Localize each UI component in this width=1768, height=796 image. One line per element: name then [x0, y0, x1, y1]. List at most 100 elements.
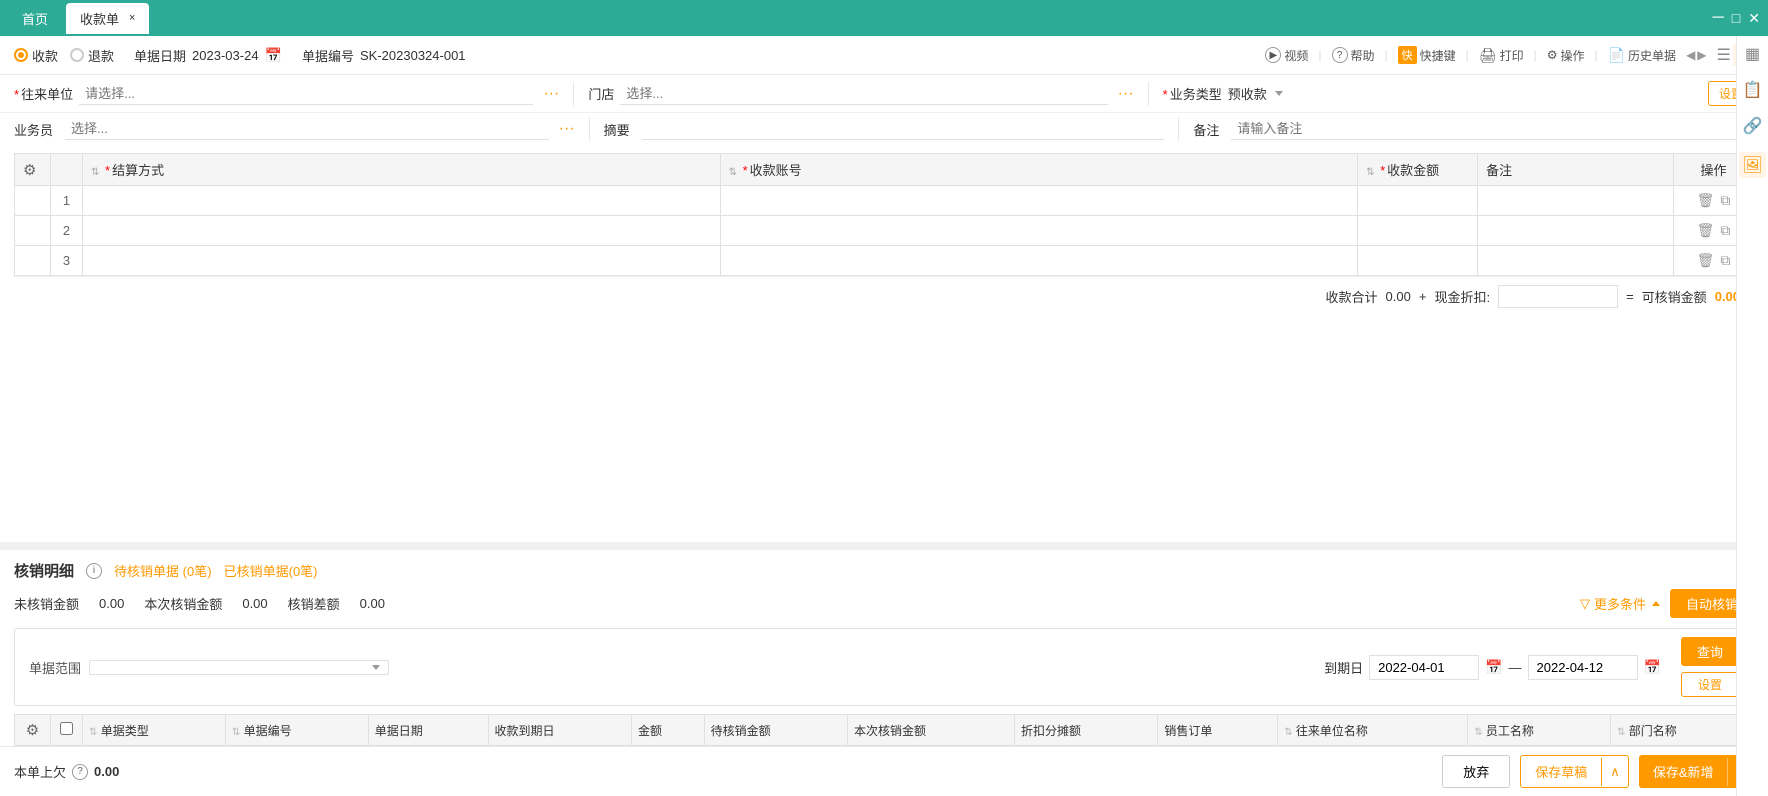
- calendar-icon[interactable]: 📅: [265, 47, 282, 64]
- tab-home[interactable]: 首页: [8, 3, 62, 34]
- td-amount-1[interactable]: [1358, 186, 1478, 216]
- counterpart-input[interactable]: [79, 83, 533, 105]
- done-tab[interactable]: 已核销单据(0笔): [224, 561, 318, 581]
- td-gear2: [15, 216, 51, 246]
- radio-refund-label: 退款: [88, 46, 114, 65]
- td-account-1[interactable]: [720, 186, 1358, 216]
- counterpart-dots[interactable]: ···: [543, 85, 559, 103]
- radio-refund[interactable]: 退款: [70, 46, 114, 65]
- save-draft-arrow[interactable]: ∧: [1601, 758, 1628, 786]
- shortcut-icon: 快: [1398, 46, 1417, 64]
- staff-label: 业务员: [14, 120, 53, 139]
- staff-dots[interactable]: ···: [559, 120, 575, 138]
- th-amount: ⇅ 收款金额: [1358, 154, 1478, 186]
- save-draft-label[interactable]: 保存草稿: [1521, 756, 1601, 787]
- td-gear3: [15, 246, 51, 276]
- store-dots[interactable]: ···: [1118, 85, 1134, 103]
- td-settle-1[interactable]: [83, 186, 721, 216]
- query-button[interactable]: 查询: [1681, 637, 1739, 666]
- table-gear-icon[interactable]: ⚙: [23, 162, 36, 179]
- staff-input[interactable]: [65, 118, 549, 140]
- sidebar-icon-1[interactable]: ▦: [1745, 44, 1760, 64]
- discount-input[interactable]: [1498, 285, 1618, 308]
- range-label: 单据范围: [29, 658, 81, 677]
- minimize-icon[interactable]: ─: [1712, 9, 1723, 27]
- bth-current: 本次核销金额: [848, 715, 1015, 746]
- range-select-arrow: [372, 665, 380, 670]
- td-account-3[interactable]: [720, 246, 1358, 276]
- td-amount-2[interactable]: [1358, 216, 1478, 246]
- cal-end-icon[interactable]: 📅: [1644, 659, 1661, 676]
- remark-field: 备注: [1193, 118, 1754, 140]
- copy-icon-1[interactable]: ⧉: [1720, 192, 1730, 209]
- date-sep: —: [1509, 660, 1522, 675]
- maximize-icon[interactable]: □: [1732, 10, 1740, 26]
- help-btn[interactable]: ? 帮助: [1332, 47, 1375, 64]
- recon-stats: 未核销金额 0.00 本次核销金额 0.00 核销差额 0.00 ▽ 更多条件 …: [14, 589, 1754, 618]
- more-conditions-btn[interactable]: ▽ 更多条件: [1580, 594, 1660, 613]
- summary-input[interactable]: [642, 118, 1165, 140]
- th-account: ⇅ 收款账号: [720, 154, 1358, 186]
- td-settle-3[interactable]: [83, 246, 721, 276]
- help-icon: ?: [1332, 47, 1348, 63]
- delete-icon-1[interactable]: 🗑: [1697, 192, 1715, 209]
- diff-label: 核销差额: [288, 594, 340, 613]
- td-remark-3[interactable]: [1478, 246, 1674, 276]
- bth-dept: ⇅ 部门名称: [1611, 715, 1754, 746]
- recon-info-icon[interactable]: i: [86, 563, 102, 579]
- filter-icon: ▽: [1580, 596, 1590, 612]
- nav-arrows[interactable]: ◀ ▶: [1686, 48, 1706, 62]
- save-new-label[interactable]: 保存&新增: [1639, 756, 1728, 787]
- recon-settings-button[interactable]: 设置: [1681, 672, 1739, 697]
- remark-input[interactable]: [1231, 118, 1754, 140]
- due-date-end-input[interactable]: [1528, 655, 1638, 680]
- td-account-2[interactable]: [720, 216, 1358, 246]
- store-input[interactable]: [620, 83, 1107, 105]
- remark-label: 备注: [1193, 120, 1219, 139]
- video-btn[interactable]: ▶ 视频: [1265, 47, 1308, 64]
- bth-due: 收款到期日: [488, 715, 631, 746]
- sidebar-icon-2[interactable]: 📋: [1743, 80, 1763, 100]
- due-date-start-input[interactable]: [1369, 655, 1479, 680]
- select-all-checkbox[interactable]: [60, 722, 73, 735]
- sidebar-icon-4[interactable]: 🖼: [1739, 152, 1765, 178]
- radio-refund-circle: [70, 48, 84, 62]
- sidebar-icon-3[interactable]: 🔗: [1743, 116, 1763, 136]
- num-label: 单据编号: [302, 46, 354, 65]
- biz-type-value: 预收款: [1228, 84, 1267, 103]
- recon-header: 核销明细 i 待核销单据 (0笔) 已核销单据(0笔): [14, 560, 1754, 581]
- cal-start-icon[interactable]: 📅: [1485, 659, 1502, 676]
- toolbar: 收款 退款 单据日期 2023-03-24 📅 单据编号 SK-20230324…: [0, 36, 1768, 75]
- save-draft-btn[interactable]: 保存草稿 ∧: [1520, 755, 1629, 788]
- counterpart-label: 往来单位: [14, 84, 73, 103]
- td-remark-1[interactable]: [1478, 186, 1674, 216]
- copy-icon-3[interactable]: ⧉: [1720, 252, 1730, 269]
- radio-receive[interactable]: 收款: [14, 46, 58, 65]
- right-sidebar: ▦ 📋 🔗 🖼: [1736, 36, 1768, 796]
- biz-type-arrow[interactable]: [1275, 91, 1283, 96]
- copy-icon-2[interactable]: ⧉: [1720, 222, 1730, 239]
- current-value: 0.00: [242, 596, 267, 611]
- shortcut-btn[interactable]: 快 快捷键: [1398, 46, 1456, 64]
- td-remark-2[interactable]: [1478, 216, 1674, 246]
- delete-icon-3[interactable]: 🗑: [1697, 252, 1715, 269]
- td-gear: [15, 186, 51, 216]
- pending-tab[interactable]: 待核销单据 (0笔): [114, 561, 212, 581]
- history-btn[interactable]: 📄 历史单据: [1608, 47, 1676, 64]
- operate-btn[interactable]: ⚙ 操作: [1547, 47, 1585, 64]
- current-label: 本次核销金额: [144, 594, 222, 613]
- due-date-label: 到期日: [1324, 658, 1363, 677]
- benchmark-info-icon[interactable]: ?: [72, 764, 88, 780]
- close-icon[interactable]: ✕: [1748, 10, 1760, 27]
- discard-button[interactable]: 放弃: [1442, 755, 1510, 788]
- range-select[interactable]: [89, 660, 389, 675]
- bottom-gear-icon[interactable]: ⚙: [26, 722, 39, 739]
- unchecked-label: 未核销金额: [14, 594, 79, 613]
- tab-active[interactable]: 收款单 ×: [66, 3, 149, 34]
- td-amount-3[interactable]: [1358, 246, 1478, 276]
- print-btn[interactable]: 🖨 打印: [1479, 47, 1524, 64]
- equals-sign: =: [1626, 289, 1634, 304]
- delete-icon-2[interactable]: 🗑: [1697, 222, 1715, 239]
- td-settle-2[interactable]: [83, 216, 721, 246]
- tab-close-icon[interactable]: ×: [129, 12, 135, 24]
